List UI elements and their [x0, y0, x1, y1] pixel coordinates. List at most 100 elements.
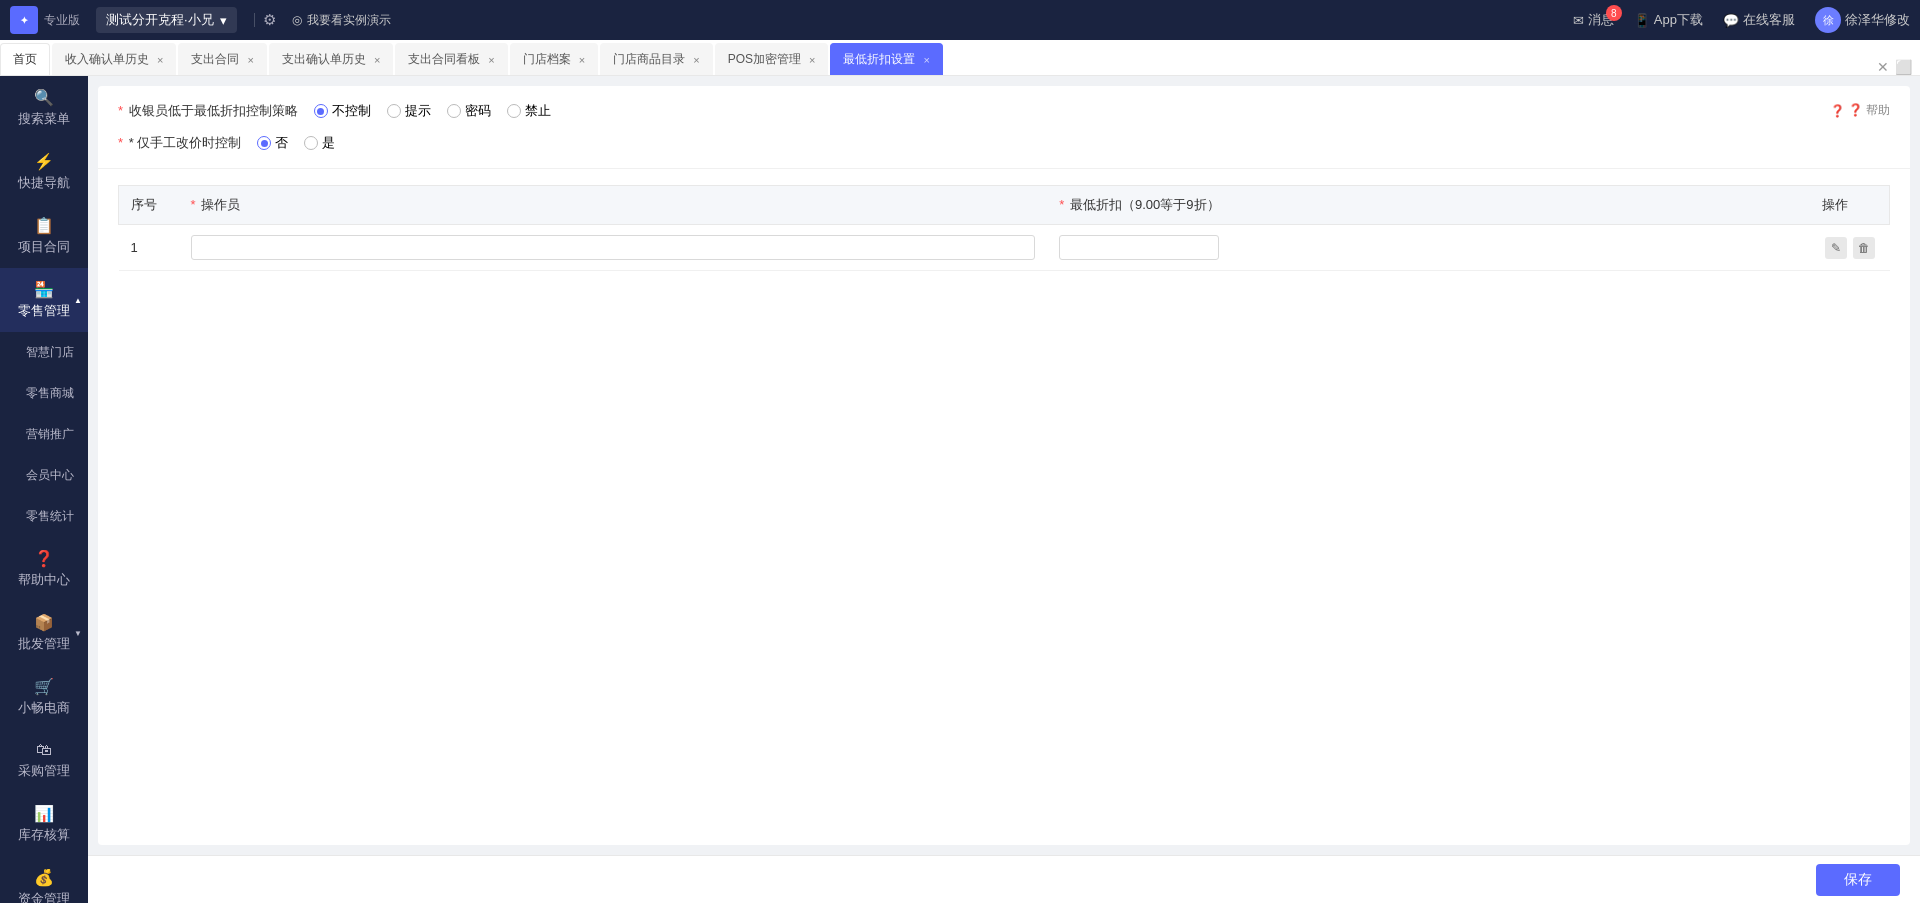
- sidebar-label-wholesale: 批发管理: [18, 635, 70, 653]
- sidebar-item-purchase[interactable]: 🛍 采购管理: [0, 729, 88, 792]
- radio-manual-no-circle[interactable]: [257, 136, 271, 150]
- tab-bar-actions: ✕ ⬜: [1869, 59, 1920, 75]
- cell-operator[interactable]: [179, 225, 1048, 271]
- tab-income-confirm[interactable]: 收入确认单历史 ×: [52, 43, 176, 75]
- delete-row-button[interactable]: 🗑: [1853, 237, 1875, 259]
- policy-radio-remind[interactable]: 提示: [387, 102, 431, 120]
- sidebar-item-retail-mall[interactable]: 零售商城: [0, 373, 88, 414]
- expand-window-icon[interactable]: ⬜: [1895, 59, 1912, 75]
- content-area: ❓ ❓ 帮助 * 收银员低于最低折扣控制策略 不控制: [88, 76, 1920, 855]
- sidebar: 🔍 搜索菜单 ⚡ 快捷导航 📋 项目合同 🏪 零售管理 智慧门店 零售商城 营销…: [0, 76, 88, 903]
- bottom-bar: 保存: [88, 855, 1920, 903]
- sidebar-item-inventory[interactable]: 📊 库存核算: [0, 792, 88, 856]
- operator-input[interactable]: [191, 235, 1036, 260]
- search-icon: 🔍: [34, 88, 54, 107]
- manual-price-row: * * 仅手工改价时控制 否 是: [118, 134, 1890, 152]
- tab-payment-board[interactable]: 支出合同看板 ×: [395, 43, 507, 75]
- policy-radio-no-control[interactable]: 不控制: [314, 102, 371, 120]
- finance-icon: 💰: [34, 868, 54, 887]
- tab-close-icon[interactable]: ×: [809, 54, 815, 66]
- sidebar-label-purchase: 采购管理: [18, 762, 70, 780]
- form-section: ❓ ❓ 帮助 * 收银员低于最低折扣控制策略 不控制: [98, 86, 1910, 169]
- sidebar-label-ecommerce: 小畅电商: [18, 699, 70, 717]
- tab-close-icon[interactable]: ×: [157, 54, 163, 66]
- sidebar-item-quick-nav[interactable]: ⚡ 快捷导航: [0, 140, 88, 204]
- tab-store-file[interactable]: 门店档案 ×: [510, 43, 598, 75]
- sidebar-label-retail: 零售管理: [18, 302, 70, 320]
- messages-button[interactable]: ✉ 消息 8: [1573, 11, 1614, 29]
- row-actions: ✎ 🗑: [1822, 237, 1878, 259]
- tab-close-icon[interactable]: ×: [579, 54, 585, 66]
- sidebar-item-marketing[interactable]: 营销推广: [0, 414, 88, 455]
- project-dropdown-icon: ▾: [220, 13, 227, 28]
- tab-home[interactable]: 首页: [0, 43, 50, 75]
- close-window-icon[interactable]: ✕: [1877, 59, 1889, 75]
- tab-close-icon[interactable]: ×: [488, 54, 494, 66]
- tab-close-active-icon[interactable]: ×: [923, 54, 929, 66]
- online-service-button[interactable]: 💬 在线客服: [1723, 11, 1795, 29]
- purchase-icon: 🛍: [36, 741, 52, 759]
- tab-pos-password[interactable]: POS加密管理 ×: [715, 43, 829, 75]
- discount-input[interactable]: [1059, 235, 1219, 260]
- tab-min-discount[interactable]: 最低折扣设置 ×: [830, 43, 942, 75]
- col-header-operator: * 操作员: [179, 186, 1048, 225]
- settings-button[interactable]: ⚙: [263, 11, 276, 29]
- tab-close-icon[interactable]: ×: [693, 54, 699, 66]
- tab-payment-contract[interactable]: 支出合同 ×: [178, 43, 266, 75]
- cell-action: ✎ 🗑: [1810, 225, 1890, 271]
- help-icon: ❓: [34, 549, 54, 568]
- radio-forbid-circle[interactable]: [507, 104, 521, 118]
- radio-manual-yes-circle[interactable]: [304, 136, 318, 150]
- discount-table: 序号 * 操作员 * 最低折扣（9.00等于9折）: [118, 185, 1890, 271]
- sidebar-item-project[interactable]: 📋 项目合同: [0, 204, 88, 268]
- top-bar-right: ✉ 消息 8 📱 App下载 💬 在线客服 徐 徐泽华修改: [1573, 7, 1910, 33]
- sidebar-label-retail-mall: 零售商城: [26, 385, 74, 402]
- sidebar-label-smart-store: 智慧门店: [26, 344, 74, 361]
- sidebar-item-retail-stats[interactable]: 零售统计: [0, 496, 88, 537]
- retail-icon: 🏪: [34, 280, 54, 299]
- app-version: 专业版: [44, 12, 80, 29]
- sidebar-item-retail[interactable]: 🏪 零售管理: [0, 268, 88, 332]
- tab-close-icon[interactable]: ×: [247, 54, 253, 66]
- policy-radio-forbid[interactable]: 禁止: [507, 102, 551, 120]
- manual-radio-no[interactable]: 否: [257, 134, 288, 152]
- user-menu[interactable]: 徐 徐泽华修改: [1815, 7, 1910, 33]
- sidebar-item-member[interactable]: 会员中心: [0, 455, 88, 496]
- table-section: 序号 * 操作员 * 最低折扣（9.00等于9折）: [98, 169, 1910, 287]
- tab-store-product[interactable]: 门店商品目录 ×: [600, 43, 712, 75]
- manual-radio-yes[interactable]: 是: [304, 134, 335, 152]
- radio-no-control-circle[interactable]: [314, 104, 328, 118]
- radio-remind-circle[interactable]: [387, 104, 401, 118]
- sidebar-item-ecommerce[interactable]: 🛒 小畅电商: [0, 665, 88, 729]
- help-button[interactable]: ❓ ❓ 帮助: [1830, 102, 1890, 119]
- manual-radio-group: 否 是: [257, 134, 335, 152]
- tab-bar: 首页 收入确认单历史 × 支出合同 × 支出确认单历史 × 支出合同看板 × 门…: [0, 40, 1920, 76]
- app-download-button[interactable]: 📱 App下载: [1634, 11, 1703, 29]
- policy-label: * 收银员低于最低折扣控制策略: [118, 102, 298, 120]
- sidebar-label-marketing: 营销推广: [26, 426, 74, 443]
- sidebar-item-search[interactable]: 🔍 搜索菜单: [0, 76, 88, 140]
- demo-link[interactable]: ◎ 我要看实例演示: [292, 12, 391, 29]
- radio-password-circle[interactable]: [447, 104, 461, 118]
- logo-icon: ✦: [10, 6, 38, 34]
- table-row: 1 ✎: [119, 225, 1890, 271]
- top-bar: ✦ 专业版 测试分开克程·小兄 ▾ ⚙ ◎ 我要看实例演示 ✉ 消息 8 📱 A…: [0, 0, 1920, 40]
- project-selector[interactable]: 测试分开克程·小兄 ▾: [96, 7, 237, 33]
- cell-discount[interactable]: [1047, 225, 1809, 271]
- sidebar-label-finance: 资金管理: [18, 890, 70, 903]
- table-body: 1 ✎: [119, 225, 1890, 271]
- tab-close-icon[interactable]: ×: [374, 54, 380, 66]
- messages-badge: 8: [1606, 5, 1622, 21]
- sidebar-item-finance[interactable]: 💰 资金管理: [0, 856, 88, 903]
- table-header-row: 序号 * 操作员 * 最低折扣（9.00等于9折）: [119, 186, 1890, 225]
- save-button[interactable]: 保存: [1816, 864, 1900, 896]
- edit-row-button[interactable]: ✎: [1825, 237, 1847, 259]
- sidebar-item-wholesale[interactable]: 📦 批发管理: [0, 601, 88, 665]
- tab-payment-confirm[interactable]: 支出确认单历史 ×: [269, 43, 393, 75]
- sidebar-label-retail-stats: 零售统计: [26, 508, 74, 525]
- inventory-icon: 📊: [34, 804, 54, 823]
- project-name: 测试分开克程·小兄: [106, 11, 214, 29]
- sidebar-item-smart-store[interactable]: 智慧门店: [0, 332, 88, 373]
- policy-radio-password[interactable]: 密码: [447, 102, 491, 120]
- sidebar-item-help[interactable]: ❓ 帮助中心: [0, 537, 88, 601]
